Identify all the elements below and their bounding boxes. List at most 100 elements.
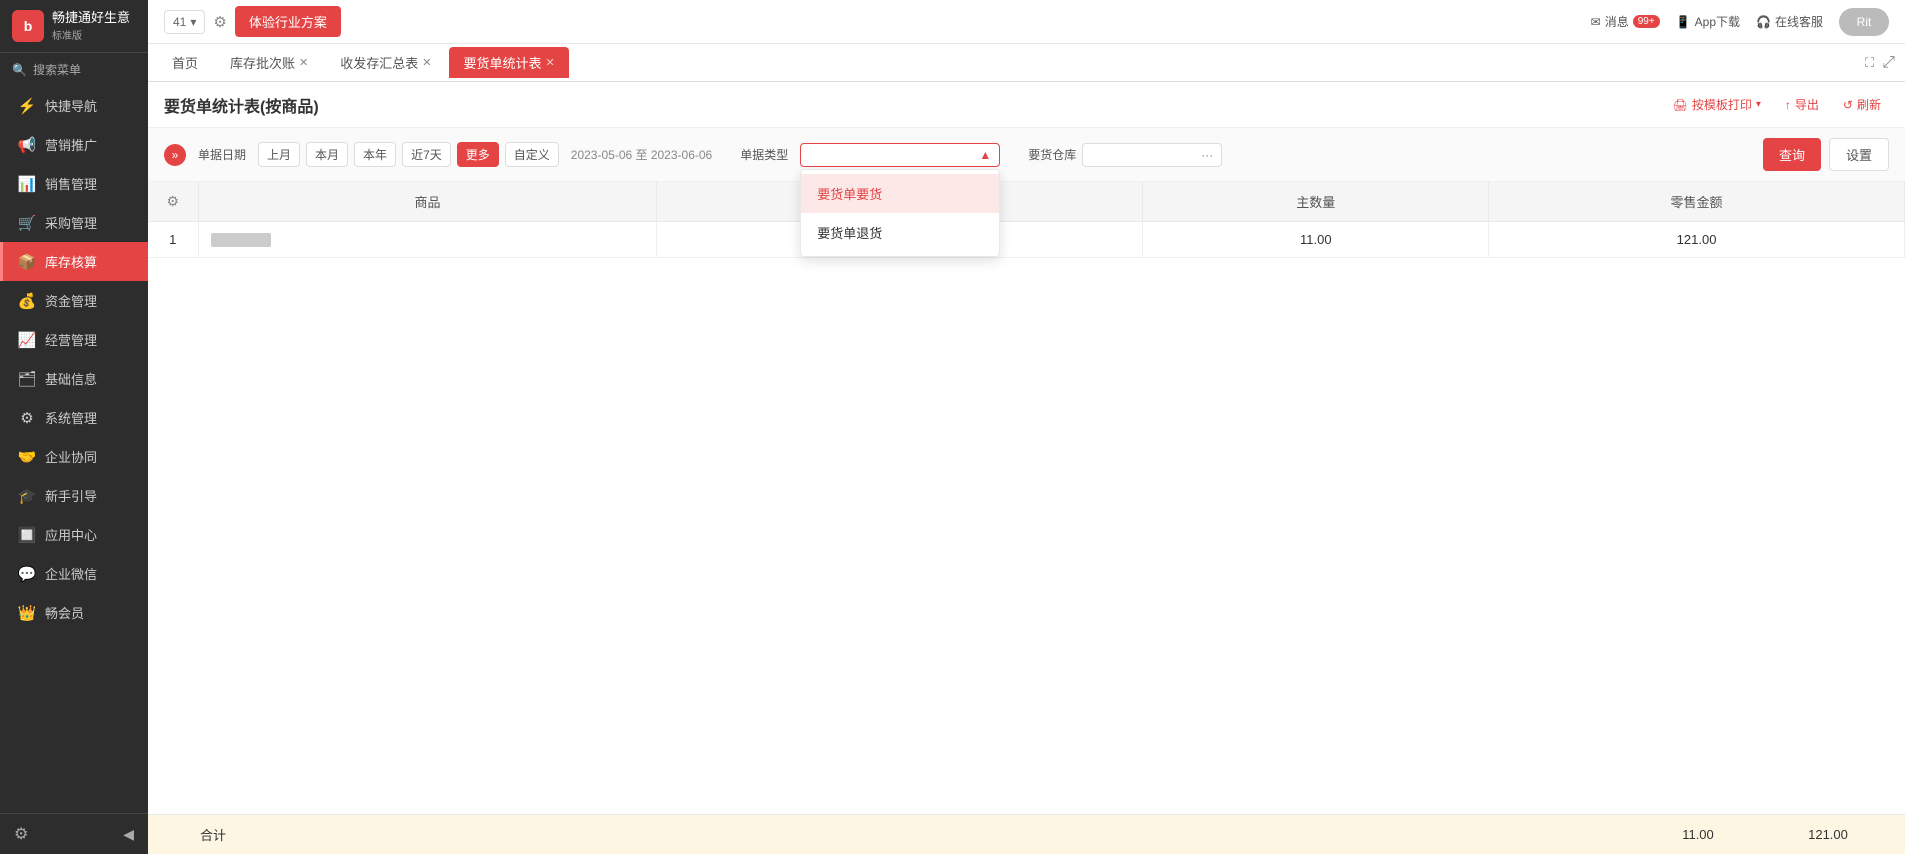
gear-icon[interactable]: ⚙ (166, 193, 179, 209)
tab-maximize-btn[interactable]: ⤢ (1882, 54, 1895, 72)
sidebar-item-label-wechat: 企业微信 (45, 564, 97, 583)
tab-receivable-summary[interactable]: 收发存汇总表 ✕ (326, 47, 445, 78)
gear-icon[interactable]: ⚙ (213, 13, 226, 31)
type-select[interactable]: ▲ (800, 143, 1000, 167)
tabs-bar: 首页库存批次账✕收发存汇总表✕要货单统计表✕⛶ ⤢ (148, 44, 1905, 82)
system-icon: ⚙ (17, 409, 37, 427)
preset-this-year[interactable]: 本年 (354, 142, 396, 167)
sidebar-item-wechat[interactable]: 💬 企业微信 (0, 554, 148, 593)
sidebar-item-marketing[interactable]: 📢 营销推广 (0, 125, 148, 164)
sidebar-item-system[interactable]: ⚙ 系统管理 (0, 398, 148, 437)
guide-icon: 🎓 (17, 487, 37, 505)
tab-label-home: 首页 (172, 53, 198, 72)
data-table: ⚙ 商品 主计量单位 主数量 零售金额 1 块 (148, 182, 1905, 258)
sidebar-item-label-marketing: 营销推广 (45, 135, 97, 154)
cell-product (198, 222, 657, 258)
store-selector[interactable]: 41 ▾ (164, 10, 205, 34)
table-footer: 合计 11.00 121.00 (148, 814, 1905, 854)
page-header: 要货单统计表(按商品) 🖨 按模板打印 ▾ ↑ 导出 ↺ 刷新 (148, 82, 1905, 128)
dropdown-item-1[interactable]: 要货单退货 (801, 213, 999, 252)
tab-close-inventory-batch[interactable]: ✕ (299, 56, 308, 69)
logo-icon: b (12, 10, 44, 42)
preset-this-month[interactable]: 本月 (306, 142, 348, 167)
col-gear: ⚙ (148, 182, 198, 222)
search-menu[interactable]: 🔍 搜索菜单 (0, 53, 148, 86)
wechat-icon: 💬 (17, 565, 37, 583)
tab-label-receivable-summary: 收发存汇总表 (340, 53, 418, 72)
filter-right: 查询 设置 (1763, 138, 1889, 171)
warehouse-select[interactable]: ··· (1082, 143, 1222, 167)
filter-expand-btn[interactable]: » (164, 144, 186, 166)
user-avatar[interactable]: Rit (1839, 8, 1889, 36)
settings-button[interactable]: 设置 (1829, 138, 1889, 171)
purchase-icon: 🛒 (17, 214, 37, 232)
query-button[interactable]: 查询 (1763, 138, 1821, 171)
corp-icon: 🤝 (17, 448, 37, 466)
export-btn[interactable]: ↑ 导出 (1777, 92, 1827, 117)
type-dropdown: 要货单要货 要货单退货 (800, 169, 1000, 257)
sidebar-item-corp[interactable]: 🤝 企业协同 (0, 437, 148, 476)
footer-label: 合计 (160, 825, 400, 844)
sidebar-item-sales[interactable]: 📊 销售管理 (0, 164, 148, 203)
operation-icon: 📈 (17, 331, 37, 349)
preset-7days[interactable]: 近7天 (402, 142, 451, 167)
download-icon: 📱 (1676, 15, 1691, 29)
sidebar-item-label-operation: 经营管理 (45, 330, 97, 349)
footer-amount-value: 121.00 (1808, 827, 1848, 842)
sidebar-item-label-guide: 新手引导 (45, 486, 97, 505)
footer-quantity-value: 11.00 (1682, 827, 1714, 842)
sidebar-item-operation[interactable]: 📈 经营管理 (0, 320, 148, 359)
sidebar-item-inventory[interactable]: 📦 库存核算 (0, 242, 148, 281)
sales-icon: 📊 (17, 175, 37, 193)
print-label: 按模板打印 (1692, 96, 1752, 113)
refresh-label: 刷新 (1857, 96, 1881, 113)
sidebar-item-guide[interactable]: 🎓 新手引导 (0, 476, 148, 515)
tab-inventory-batch[interactable]: 库存批次账 ✕ (216, 47, 322, 78)
type-label: 单据类型 (740, 146, 788, 163)
sidebar-item-apps[interactable]: 🔲 应用中心 (0, 515, 148, 554)
sidebar-footer: ⚙ ◀ (0, 813, 148, 854)
marketing-icon: 📢 (17, 136, 37, 154)
sidebar-item-purchase[interactable]: 🛒 采购管理 (0, 203, 148, 242)
refresh-icon: ↺ (1843, 98, 1853, 112)
sidebar-item-label-inventory: 库存核算 (45, 252, 97, 271)
sidebar-item-label-corp: 企业协同 (45, 447, 97, 466)
dropdown-item-0[interactable]: 要货单要货 (801, 174, 999, 213)
sidebar-nav: ⚡ 快捷导航 📢 营销推广 📊 销售管理 🛒 采购管理 📦 库存核算 💰 资金管… (0, 86, 148, 813)
message-btn[interactable]: ✉ 消息 99+ (1591, 13, 1660, 30)
sidebar-item-finance[interactable]: 💰 资金管理 (0, 281, 148, 320)
preset-custom[interactable]: 自定义 (505, 142, 559, 167)
tab-close-receivable-summary[interactable]: ✕ (422, 56, 431, 69)
preset-last-month[interactable]: 上月 (258, 142, 300, 167)
app-download-btn[interactable]: 📱 App下载 (1676, 13, 1740, 30)
refresh-btn[interactable]: ↺ 刷新 (1835, 92, 1889, 117)
filter-bar: » 单据日期 上月 本月 本年 近7天 更多 自定义 2023-05-06 至 … (148, 128, 1905, 182)
sidebar-item-label-apps: 应用中心 (45, 525, 97, 544)
trial-button[interactable]: 体验行业方案 (235, 6, 341, 37)
apps-icon: 🔲 (17, 526, 37, 544)
sidebar-item-base[interactable]: 🗂 基础信息 (0, 359, 148, 398)
preset-more[interactable]: 更多 (457, 142, 499, 167)
table-head: ⚙ 商品 主计量单位 主数量 零售金额 (148, 182, 1905, 222)
date-range: 2023-05-06 至 2023-06-06 (571, 146, 712, 163)
search-label: 搜索菜单 (33, 61, 81, 78)
tabs-expand-btn[interactable]: ⛶ (1865, 55, 1874, 71)
print-btn[interactable]: 🖨 按模板打印 ▾ (1665, 92, 1769, 117)
cell-quantity: 11.00 (1143, 222, 1489, 258)
online-service-btn[interactable]: 🎧 在线客服 (1756, 13, 1823, 30)
tab-close-order-summary[interactable]: ✕ (546, 56, 555, 69)
tab-label-inventory-batch: 库存批次账 (230, 53, 295, 72)
sidebar-item-label-system: 系统管理 (45, 408, 97, 427)
inventory-icon: 📦 (17, 253, 37, 271)
topbar-left: 41 ▾ ⚙ 体验行业方案 (164, 6, 1591, 37)
collapse-icon[interactable]: ◀ (123, 826, 134, 843)
topbar-right: ✉ 消息 99+ 📱 App下载 🎧 在线客服 Rit (1591, 8, 1889, 36)
warehouse-label: 要货仓库 (1028, 146, 1076, 163)
search-icon: 🔍 (12, 63, 27, 77)
sidebar-item-quick-nav[interactable]: ⚡ 快捷导航 (0, 86, 148, 125)
tab-order-summary[interactable]: 要货单统计表✕ (449, 47, 568, 78)
type-arrow: ▲ (979, 148, 991, 162)
settings-icon[interactable]: ⚙ (14, 824, 28, 844)
sidebar-item-member[interactable]: 👑 畅会员 (0, 593, 148, 632)
tab-home[interactable]: 首页 (158, 47, 212, 78)
